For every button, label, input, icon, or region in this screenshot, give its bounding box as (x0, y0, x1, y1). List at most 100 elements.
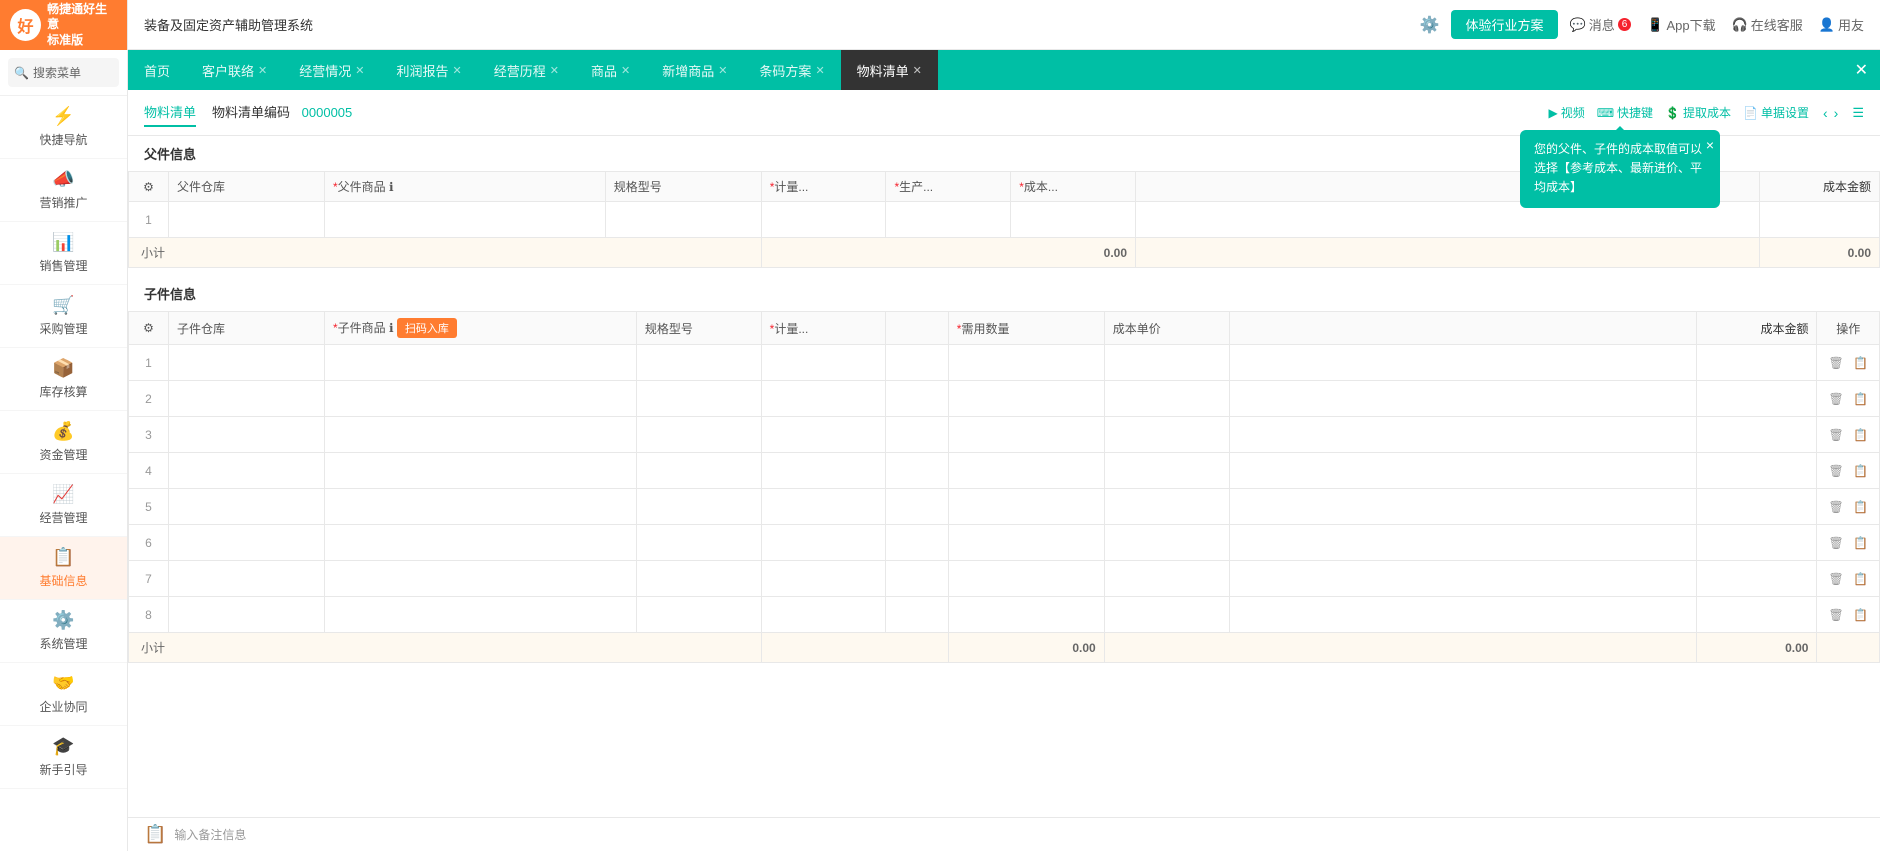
child-row-unit-5[interactable] (761, 525, 886, 561)
sidebar-item-6[interactable]: 📈 经营管理 (0, 474, 127, 537)
child-row-unitcost-3[interactable] (1104, 453, 1229, 489)
sidebar-item-0[interactable]: ⚡ 快捷导航 (0, 96, 127, 159)
delete-icon-4[interactable]: 🗑 (1828, 500, 1843, 514)
child-row-warehouse-4[interactable] (169, 489, 325, 525)
child-row-qty-4[interactable] (948, 489, 1104, 525)
child-row-product-5[interactable] (324, 525, 636, 561)
app-download-button[interactable]: 📱 App下载 (1647, 15, 1715, 34)
view-action[interactable]: ▶ 视频 (1548, 104, 1584, 121)
child-row-qty-1[interactable] (948, 381, 1104, 417)
child-row-spec-3[interactable] (636, 453, 761, 489)
child-row-unitcost-5[interactable] (1104, 525, 1229, 561)
child-row-warehouse-3[interactable] (169, 453, 325, 489)
child-row-product-3[interactable] (324, 453, 636, 489)
sidebar-item-10[interactable]: 🎓 新手引导 (0, 726, 127, 789)
child-row-qty-0[interactable] (948, 345, 1104, 381)
sidebar-item-7[interactable]: 📋 基础信息 (0, 537, 127, 600)
sidebar-item-8[interactable]: ⚙️ 系统管理 (0, 600, 127, 663)
child-row-qty-3[interactable] (948, 453, 1104, 489)
delete-icon-1[interactable]: 🗑 (1828, 392, 1843, 406)
copy-icon-6[interactable]: 📋 (1853, 572, 1868, 586)
next-arrow[interactable]: › (1832, 105, 1841, 121)
delete-icon-2[interactable]: 🗑 (1828, 428, 1843, 442)
tab-close-6[interactable]: ✕ (718, 64, 727, 77)
child-row-spec-1[interactable] (636, 381, 761, 417)
nav-tab-4[interactable]: 经营历程 ✕ (478, 50, 575, 90)
parent-row-unit-0[interactable] (761, 202, 886, 238)
shortcut-action[interactable]: ⌨ 快捷键 (1597, 104, 1653, 121)
note-placeholder[interactable]: 输入备注信息 (174, 826, 246, 843)
parent-row-product-0[interactable] (324, 202, 605, 238)
child-row-qty-5[interactable] (948, 525, 1104, 561)
nav-tab-1[interactable]: 客户联络 ✕ (186, 50, 283, 90)
tab-close-7[interactable]: ✕ (815, 64, 824, 77)
sidebar-item-1[interactable]: 📣 营销推广 (0, 159, 127, 222)
copy-icon-5[interactable]: 📋 (1853, 536, 1868, 550)
delete-icon-7[interactable]: 🗑 (1828, 608, 1843, 622)
child-row-warehouse-7[interactable] (169, 597, 325, 633)
prev-arrow[interactable]: ‹ (1821, 105, 1830, 121)
nav-tab-3[interactable]: 利润报告 ✕ (380, 50, 477, 90)
child-row-warehouse-6[interactable] (169, 561, 325, 597)
child-row-product-7[interactable] (324, 597, 636, 633)
parent-row-produce-0[interactable] (886, 202, 1011, 238)
delete-icon-6[interactable]: 🗑 (1828, 572, 1843, 586)
copy-icon-2[interactable]: 📋 (1853, 428, 1868, 442)
tab-close-4[interactable]: ✕ (550, 64, 559, 77)
settings-action[interactable]: 📄 单据设置 (1743, 104, 1809, 121)
child-row-product-0[interactable] (324, 345, 636, 381)
sidebar-item-9[interactable]: 🤝 企业协同 (0, 663, 127, 726)
child-row-qty-2[interactable] (948, 417, 1104, 453)
user-button[interactable]: 👤 用友 (1819, 15, 1864, 34)
list-view-icon[interactable]: ☰ (1852, 105, 1864, 121)
nav-tab-0[interactable]: 首页 (128, 50, 186, 90)
parent-row-spec-0[interactable] (605, 202, 761, 238)
child-row-qty-7[interactable] (948, 597, 1104, 633)
child-row-unit-7[interactable] (761, 597, 886, 633)
child-row-unit-6[interactable] (761, 561, 886, 597)
tab-close-1[interactable]: ✕ (258, 64, 267, 77)
child-row-product-4[interactable] (324, 489, 636, 525)
tooltip-close-button[interactable]: × (1706, 134, 1714, 156)
cost-action[interactable]: 💲 提取成本 (1665, 104, 1731, 121)
child-row-spec-7[interactable] (636, 597, 761, 633)
child-row-spec-0[interactable] (636, 345, 761, 381)
experience-button[interactable]: 体验行业方案 (1451, 10, 1557, 39)
child-row-product-1[interactable] (324, 381, 636, 417)
child-row-warehouse-0[interactable] (169, 345, 325, 381)
child-row-spec-5[interactable] (636, 525, 761, 561)
child-row-product-2[interactable] (324, 417, 636, 453)
child-row-warehouse-1[interactable] (169, 381, 325, 417)
sub-tab-bill-list[interactable]: 物料清单 (144, 98, 196, 127)
child-row-product-6[interactable] (324, 561, 636, 597)
child-row-qty-6[interactable] (948, 561, 1104, 597)
child-row-spec-6[interactable] (636, 561, 761, 597)
nav-tab-2[interactable]: 经营情况 ✕ (283, 50, 380, 90)
nav-tab-7[interactable]: 条码方案 ✕ (743, 50, 840, 90)
child-row-unitcost-6[interactable] (1104, 561, 1229, 597)
child-row-unitcost-1[interactable] (1104, 381, 1229, 417)
child-row-unit-2[interactable] (761, 417, 886, 453)
online-service-button[interactable]: 🎧 在线客服 (1732, 15, 1803, 34)
sidebar-item-5[interactable]: 💰 资金管理 (0, 411, 127, 474)
sidebar-item-4[interactable]: 📦 库存核算 (0, 348, 127, 411)
nav-tab-8[interactable]: 物料清单 ✕ (841, 50, 938, 90)
copy-icon-7[interactable]: 📋 (1853, 608, 1868, 622)
sidebar-item-3[interactable]: 🛒 采购管理 (0, 285, 127, 348)
delete-icon-3[interactable]: 🗑 (1828, 464, 1843, 478)
child-row-unit-0[interactable] (761, 345, 886, 381)
nav-tab-6[interactable]: 新增商品 ✕ (646, 50, 743, 90)
child-row-unit-4[interactable] (761, 489, 886, 525)
settings-icon[interactable]: ⚙️ (1420, 15, 1440, 35)
child-row-spec-2[interactable] (636, 417, 761, 453)
child-row-unitcost-0[interactable] (1104, 345, 1229, 381)
scan-button[interactable]: 扫码入库 (397, 318, 457, 338)
tab-close-5[interactable]: ✕ (621, 64, 630, 77)
sidebar-item-2[interactable]: 📊 销售管理 (0, 222, 127, 285)
tab-close-2[interactable]: ✕ (355, 64, 364, 77)
tab-close-3[interactable]: ✕ (453, 64, 462, 77)
delete-icon-0[interactable]: 🗑 (1828, 356, 1843, 370)
delete-icon-5[interactable]: 🗑 (1828, 536, 1843, 550)
message-button[interactable]: 💬 消息 6 (1570, 15, 1632, 34)
child-row-warehouse-5[interactable] (169, 525, 325, 561)
